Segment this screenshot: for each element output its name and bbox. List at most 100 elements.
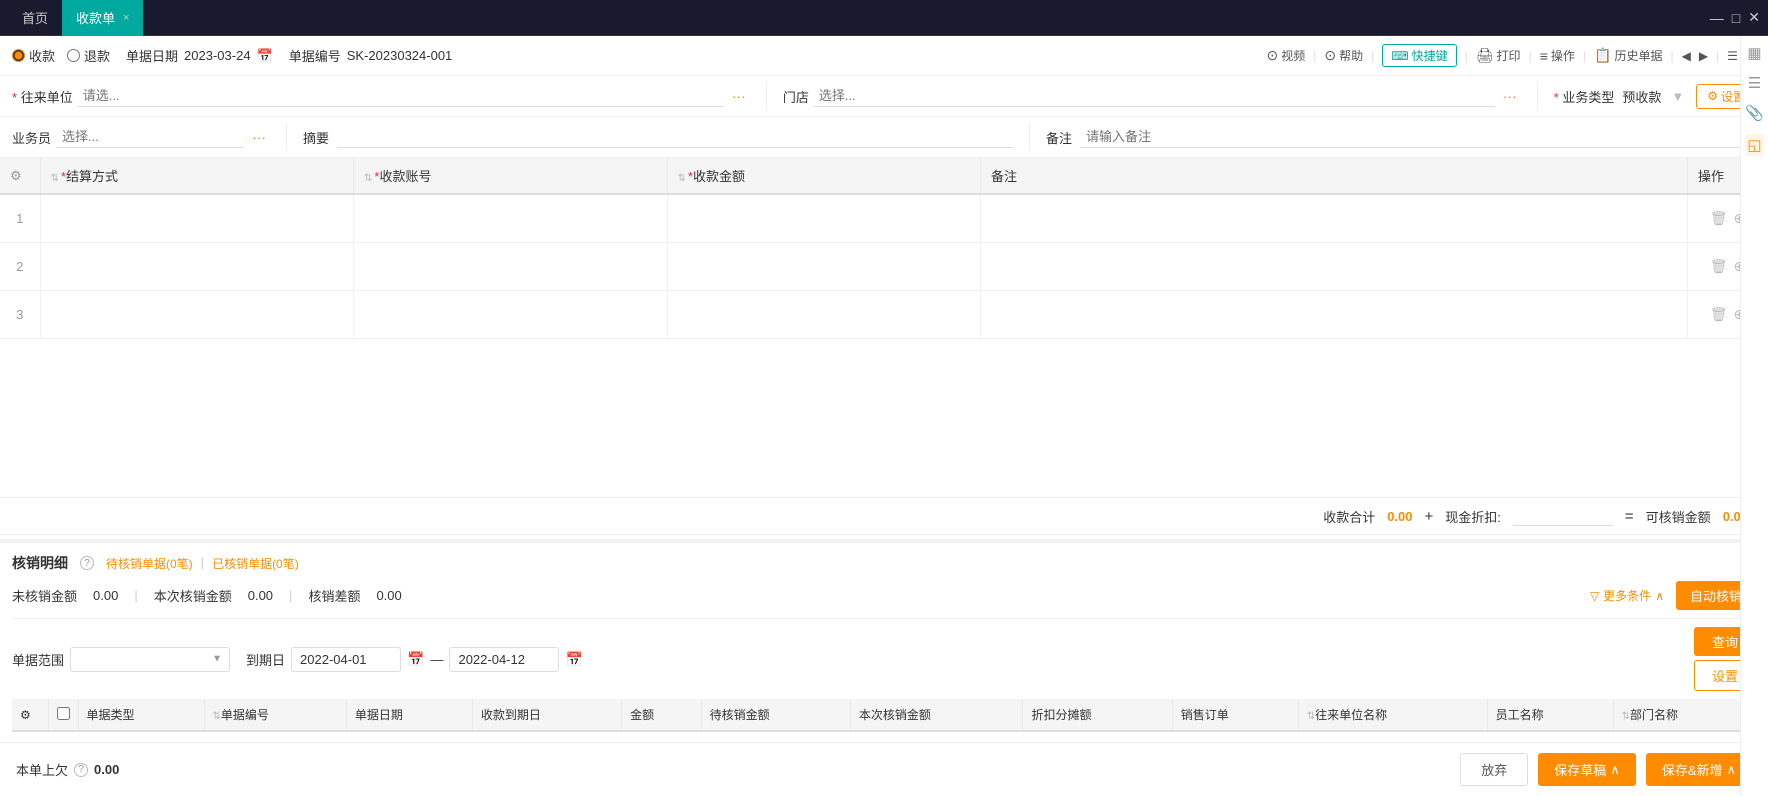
action-print[interactable]: 🖨 打印 <box>1476 47 1521 64</box>
save-new-arrow[interactable]: ∧ <box>1726 762 1736 778</box>
range-select[interactable] <box>70 647 230 672</box>
reconcile-info-icon[interactable]: ? <box>80 556 94 570</box>
range-field: 单据范围 <box>12 647 230 672</box>
calendar-icon[interactable]: 📅 <box>257 48 273 64</box>
remark-input[interactable] <box>1080 126 1756 148</box>
bottom-col-dept: ⇅部门名称 <box>1613 699 1755 731</box>
counterpart-more-btn[interactable]: ··· <box>728 88 750 104</box>
bottom-col-staff: 员工名称 <box>1487 699 1613 731</box>
row-delete-btn-2[interactable]: 🗑 <box>1710 258 1728 275</box>
summary-field: 摘要 <box>303 126 1013 148</box>
amount-cell-3[interactable] <box>667 290 981 338</box>
remark-cell-3[interactable] <box>981 290 1688 338</box>
window-controls: — □ ✕ <box>1710 9 1760 26</box>
account-cell-3[interactable] <box>354 290 668 338</box>
action-prev[interactable]: ◀ <box>1682 49 1691 63</box>
business-type-dropdown[interactable]: ▼ <box>1671 89 1684 104</box>
abandon-button[interactable]: 放弃 <box>1460 753 1528 786</box>
action-history[interactable]: 📋 历史单据 <box>1594 47 1662 64</box>
row-delete-btn-3[interactable]: 🗑 <box>1710 306 1728 323</box>
number-field: 单据编号 SK-20230324-001 <box>289 46 453 65</box>
sidebar-table-icon[interactable]: ▦ <box>1747 44 1761 62</box>
tab-pending[interactable]: 待核销单据(0笔) <box>106 555 193 572</box>
staff-more-btn[interactable]: ··· <box>248 129 270 145</box>
settlement-cell-3[interactable] <box>40 290 354 338</box>
bottom-col-sales: 销售订单 <box>1172 699 1298 731</box>
staff-input[interactable] <box>56 126 244 148</box>
save-draft-arrow[interactable]: ∧ <box>1610 762 1620 778</box>
store-input[interactable] <box>813 85 1495 107</box>
tab-home[interactable]: 首页 <box>8 0 62 36</box>
reconcile-tabs: 待核销单据(0笔) | 已核销单据(0笔) <box>106 555 299 572</box>
row-delete-btn-1[interactable]: 🗑 <box>1710 210 1728 227</box>
amount-cell-1[interactable] <box>667 194 981 242</box>
date-range-field: 到期日 📅 — 📅 <box>246 647 583 672</box>
bottom-col-counterpart: ⇅往来单位名称 <box>1298 699 1487 731</box>
sidebar-list-icon[interactable]: ☰ <box>1748 74 1761 92</box>
bottom-gear-icon[interactable]: ⚙ <box>20 708 31 722</box>
settlement-cell-2[interactable] <box>40 242 354 290</box>
remark-cell-1[interactable] <box>981 194 1688 242</box>
cal-to-icon[interactable]: 📅 <box>565 651 582 668</box>
table-settings-icon[interactable]: ⚙ <box>10 168 22 183</box>
calc-row: 收款合计 0.00 + 现金折扣: = 可核销金额 0.00 <box>0 498 1768 535</box>
tab-receipt[interactable]: 收款单 × <box>62 0 143 36</box>
action-list[interactable]: ☰ <box>1727 49 1738 63</box>
footer-bar: 本单上欠 ? 0.00 放弃 保存草稿 ∧ 保存&新增 ∧ <box>0 742 1768 796</box>
bottom-col-type: 单据类型 <box>78 699 204 731</box>
filter-icon: ▽ <box>1590 589 1599 603</box>
amount-cell-2[interactable] <box>667 242 981 290</box>
action-video[interactable]: ⊙ 视频 <box>1267 47 1306 64</box>
operate-icon: ≡ <box>1540 48 1548 64</box>
action-next[interactable]: ▶ <box>1699 49 1708 63</box>
bottom-col-due: 收款到期日 <box>472 699 621 731</box>
more-conditions-btn[interactable]: ▽ 更多条件 ∧ <box>1590 587 1664 604</box>
table-row: 1 🗑 ⊕ <box>0 194 1768 242</box>
restore-icon[interactable]: □ <box>1732 10 1740 26</box>
tab-done[interactable]: 已核销单据(0笔) <box>212 555 299 572</box>
account-cell-2[interactable] <box>354 242 668 290</box>
summary-input[interactable] <box>337 126 1013 148</box>
top-nav: 首页 收款单 × — □ ✕ <box>0 0 1768 36</box>
shortcut-button[interactable]: ⌨ 快捷键 <box>1382 44 1456 67</box>
date-from-input[interactable] <box>291 647 401 672</box>
col-settings-header[interactable]: ⚙ <box>0 158 40 194</box>
close-window-icon[interactable]: ✕ <box>1748 9 1760 26</box>
settlement-cell-1[interactable] <box>40 194 354 242</box>
action-help[interactable]: ⊙ 帮助 <box>1324 47 1363 64</box>
sidebar-attach-icon[interactable]: 📎 <box>1745 104 1764 122</box>
radio-receive[interactable]: 收款 <box>12 46 55 65</box>
keyboard-icon: ⌨ <box>1391 49 1408 63</box>
tab-close-icon[interactable]: × <box>123 12 129 24</box>
minimize-icon[interactable]: — <box>1710 10 1724 26</box>
toolbar-row: 收款 退款 单据日期 2023-03-24 📅 单据编号 SK-20230324… <box>0 36 1768 76</box>
cal-from-icon[interactable]: 📅 <box>407 651 424 668</box>
select-all-checkbox[interactable] <box>57 707 70 720</box>
sidebar-expand-icon[interactable]: ◱ <box>1745 134 1763 156</box>
receipt-table-container: ⚙ ⇅*结算方式 ⇅*收款账号 ⇅*收款金额 备注 操作 <box>0 158 1768 498</box>
staff-field: 业务员 ··· <box>12 126 270 148</box>
radio-refund[interactable]: 退款 <box>67 46 110 65</box>
date-to-input[interactable] <box>449 647 559 672</box>
reconcile-section: 核销明细 ? 待核销单据(0笔) | 已核销单据(0笔) 未核销金额 0.00 … <box>0 539 1768 742</box>
bottom-col-pending: 待核销金额 <box>701 699 850 731</box>
remark-cell-2[interactable] <box>981 242 1688 290</box>
save-draft-button[interactable]: 保存草稿 ∧ <box>1538 753 1636 786</box>
gear-icon: ⚙ <box>1707 89 1718 103</box>
action-operate[interactable]: ≡ 操作 <box>1540 47 1575 64</box>
date-value[interactable]: 2023-03-24 <box>184 48 251 63</box>
col-amount-header: ⇅*收款金额 <box>667 158 981 194</box>
save-new-button[interactable]: 保存&新增 ∧ <box>1646 753 1752 786</box>
total-value: 0.00 <box>1387 509 1412 524</box>
bottom-col-settings[interactable]: ⚙ <box>12 699 48 731</box>
receipt-table: ⚙ ⇅*结算方式 ⇅*收款账号 ⇅*收款金额 备注 操作 <box>0 158 1768 339</box>
account-cell-1[interactable] <box>354 194 668 242</box>
bottom-table: ⚙ 单据类型 ⇅单据编号 单据日期 收款到期日 金额 待核销金额 本次核销金额 … <box>12 699 1756 732</box>
counterpart-input[interactable] <box>77 85 724 107</box>
date-field: 单据日期 2023-03-24 📅 <box>126 46 273 65</box>
bill-info-icon[interactable]: ? <box>74 763 88 777</box>
store-more-btn[interactable]: ··· <box>1499 88 1521 104</box>
bottom-col-current: 本次核销金额 <box>850 699 1023 731</box>
col-remark-header: 备注 <box>981 158 1688 194</box>
discount-input[interactable] <box>1513 506 1613 526</box>
